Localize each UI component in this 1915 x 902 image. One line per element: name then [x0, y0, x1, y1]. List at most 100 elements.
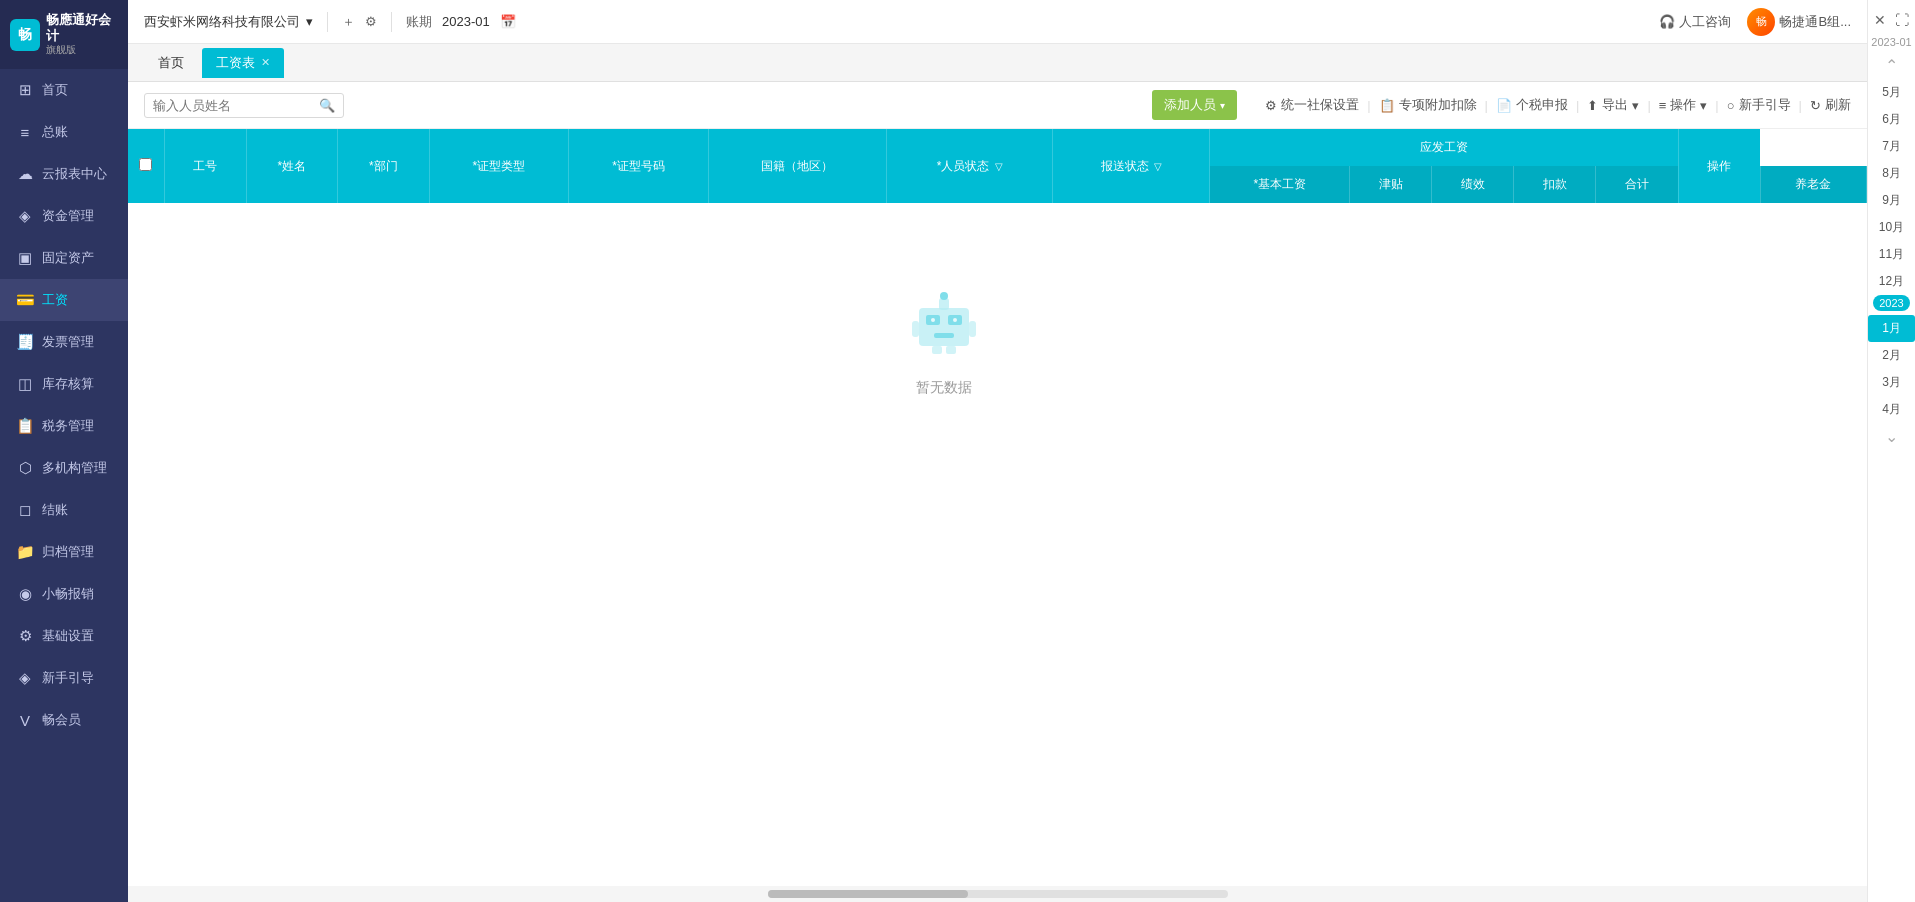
select-all-checkbox[interactable] [139, 158, 152, 171]
special-deduct-icon: 📋 [1379, 98, 1395, 113]
export-button[interactable]: ⬆ 导出 ▾ [1587, 96, 1639, 114]
month-item-july[interactable]: 7月 [1868, 133, 1915, 160]
sidebar-item-fund[interactable]: ◈ 资金管理 [0, 195, 128, 237]
sidebar-item-cloud-report[interactable]: ☁ 云报表中心 [0, 153, 128, 195]
month-item-apr[interactable]: 4月 [1868, 396, 1915, 423]
month-item-feb[interactable]: 2月 [1868, 342, 1915, 369]
settings-button[interactable]: ⚙ [365, 14, 377, 29]
sidebar-item-label: 畅会员 [42, 711, 81, 729]
svg-rect-3 [934, 333, 954, 338]
export-icon: ⬆ [1587, 98, 1598, 113]
social-security-button[interactable]: ⚙ 统一社保设置 [1265, 96, 1359, 114]
th-performance: 绩效 [1432, 166, 1514, 203]
sidebar-item-label: 固定资产 [42, 249, 94, 267]
sidebar-item-label: 小畅报销 [42, 585, 94, 603]
main-content: 西安虾米网络科技有限公司 ▾ ＋ ⚙ 账期 2023-01 📅 🎧 人工咨询 畅… [128, 0, 1867, 902]
status-filter-icon[interactable]: ▽ [995, 161, 1003, 172]
right-panel-close-icon[interactable]: ✕ [1874, 12, 1886, 28]
guide-label: 新手引导 [1739, 96, 1791, 114]
sidebar-item-settings[interactable]: ⚙ 基础设置 [0, 615, 128, 657]
assistant-button[interactable]: 🎧 人工咨询 [1659, 13, 1731, 31]
th-deduct: 扣款 [1514, 166, 1596, 203]
report-status-filter-icon[interactable]: ▽ [1154, 161, 1162, 172]
sidebar-item-label: 发票管理 [42, 333, 94, 351]
invoice-icon: 🧾 [16, 333, 34, 351]
refresh-icon: ↻ [1810, 98, 1821, 113]
add-person-button[interactable]: 添加人员 ▾ [1152, 90, 1237, 120]
sidebar-item-label: 工资 [42, 291, 68, 309]
salary-table: 工号 *姓名 *部门 *证型类型 *证型号码 国籍（地区） *人员状态 ▽ 报送… [128, 129, 1867, 477]
sidebar-item-expense[interactable]: ◉ 小畅报销 [0, 573, 128, 615]
guide-icon: ◈ [16, 669, 34, 687]
year-badge: 2023 [1873, 295, 1909, 311]
month-item-sep[interactable]: 9月 [1868, 187, 1915, 214]
operations-button[interactable]: ≡ 操作 ▾ [1659, 96, 1708, 114]
sidebar-item-inventory[interactable]: ◫ 库存核算 [0, 363, 128, 405]
export-label: 导出 [1602, 96, 1628, 114]
toolbar: 🔍 添加人员 ▾ ⚙ 统一社保设置 | 📋 专项附加扣除 | 📄 个税申报 | … [128, 82, 1867, 129]
right-panel-expand-icon[interactable]: ⛶ [1895, 12, 1909, 28]
assistant-label: 人工咨询 [1679, 13, 1731, 31]
sidebar-item-checkout[interactable]: ◻ 结账 [0, 489, 128, 531]
scroll-down-icon[interactable]: ⌄ [1881, 423, 1902, 450]
plus-icon: ＋ [342, 13, 355, 31]
tab-home[interactable]: 首页 [144, 48, 198, 78]
th-report-status: 报送状态 ▽ [1053, 129, 1210, 203]
month-item-june[interactable]: 6月 [1868, 106, 1915, 133]
multi-org-icon: ⬡ [16, 459, 34, 477]
member-icon: V [16, 712, 34, 729]
sidebar-item-home[interactable]: ⊞ 首页 [0, 69, 128, 111]
month-item-oct[interactable]: 10月 [1868, 214, 1915, 241]
scroll-up-icon[interactable]: ⌃ [1881, 52, 1902, 79]
search-wrap: 🔍 [144, 93, 344, 118]
month-item-mar[interactable]: 3月 [1868, 369, 1915, 396]
month-item-jan[interactable]: 1月 [1868, 315, 1915, 342]
th-id-no: *证型号码 [569, 129, 709, 203]
empty-text: 暂无数据 [916, 379, 972, 397]
tax-decl-icon: 📄 [1496, 98, 1512, 113]
calendar-icon[interactable]: 📅 [500, 14, 516, 29]
month-item-dec[interactable]: 12月 [1868, 268, 1915, 295]
svg-rect-7 [969, 321, 976, 337]
search-icon: 🔍 [319, 98, 335, 113]
hscrollbar-track[interactable] [768, 890, 1228, 898]
tab-close-icon[interactable]: ✕ [261, 56, 270, 69]
th-checkbox [128, 129, 164, 203]
sidebar-item-label: 首页 [42, 81, 68, 99]
sidebar-item-invoice[interactable]: 🧾 发票管理 [0, 321, 128, 363]
sidebar-item-label: 多机构管理 [42, 459, 107, 477]
cloud-icon: ☁ [16, 165, 34, 183]
th-emp-no: 工号 [164, 129, 246, 203]
sidebar-item-fixed-assets[interactable]: ▣ 固定资产 [0, 237, 128, 279]
logo-title: 畅應通好会计 [46, 12, 118, 43]
operations-icon: ≡ [1659, 98, 1667, 113]
tab-salary-table[interactable]: 工资表 ✕ [202, 48, 284, 78]
headset-icon: 🎧 [1659, 14, 1675, 29]
special-deduct-label: 专项附加扣除 [1399, 96, 1477, 114]
tax-declaration-button[interactable]: 📄 个税申报 [1496, 96, 1568, 114]
sidebar-item-salary[interactable]: 💳 工资 [0, 279, 128, 321]
hscrollbar-wrap [128, 886, 1867, 902]
hscrollbar-thumb[interactable] [768, 890, 968, 898]
logo-subtitle: 旗舰版 [46, 43, 118, 57]
month-item-aug[interactable]: 8月 [1868, 160, 1915, 187]
sidebar-item-tax[interactable]: 📋 税务管理 [0, 405, 128, 447]
expense-icon: ◉ [16, 585, 34, 603]
sidebar-item-member[interactable]: V 畅会员 [0, 699, 128, 741]
sidebar-item-ledger[interactable]: ≡ 总账 [0, 111, 128, 153]
month-item-may[interactable]: 5月 [1868, 79, 1915, 106]
sidebar: 畅 畅應通好会计 旗舰版 ⊞ 首页 ≡ 总账 ☁ 云报表中心 ◈ 资金管理 ▣ … [0, 0, 128, 902]
sidebar-item-archive[interactable]: 📁 归档管理 [0, 531, 128, 573]
month-item-nov[interactable]: 11月 [1868, 241, 1915, 268]
sidebar-item-multi-org[interactable]: ⬡ 多机构管理 [0, 447, 128, 489]
company-selector[interactable]: 西安虾米网络科技有限公司 ▾ [144, 13, 313, 31]
special-deduct-button[interactable]: 📋 专项附加扣除 [1379, 96, 1477, 114]
guide-button[interactable]: ○ 新手引导 [1727, 96, 1791, 114]
period-label: 账期 [406, 13, 432, 31]
add-company-button[interactable]: ＋ [342, 13, 355, 31]
user-profile-button[interactable]: 畅 畅捷通B组... [1747, 8, 1851, 36]
salary-icon: 💳 [16, 291, 34, 309]
search-input[interactable] [153, 98, 313, 113]
sidebar-item-guide[interactable]: ◈ 新手引导 [0, 657, 128, 699]
refresh-button[interactable]: ↻ 刷新 [1810, 96, 1851, 114]
